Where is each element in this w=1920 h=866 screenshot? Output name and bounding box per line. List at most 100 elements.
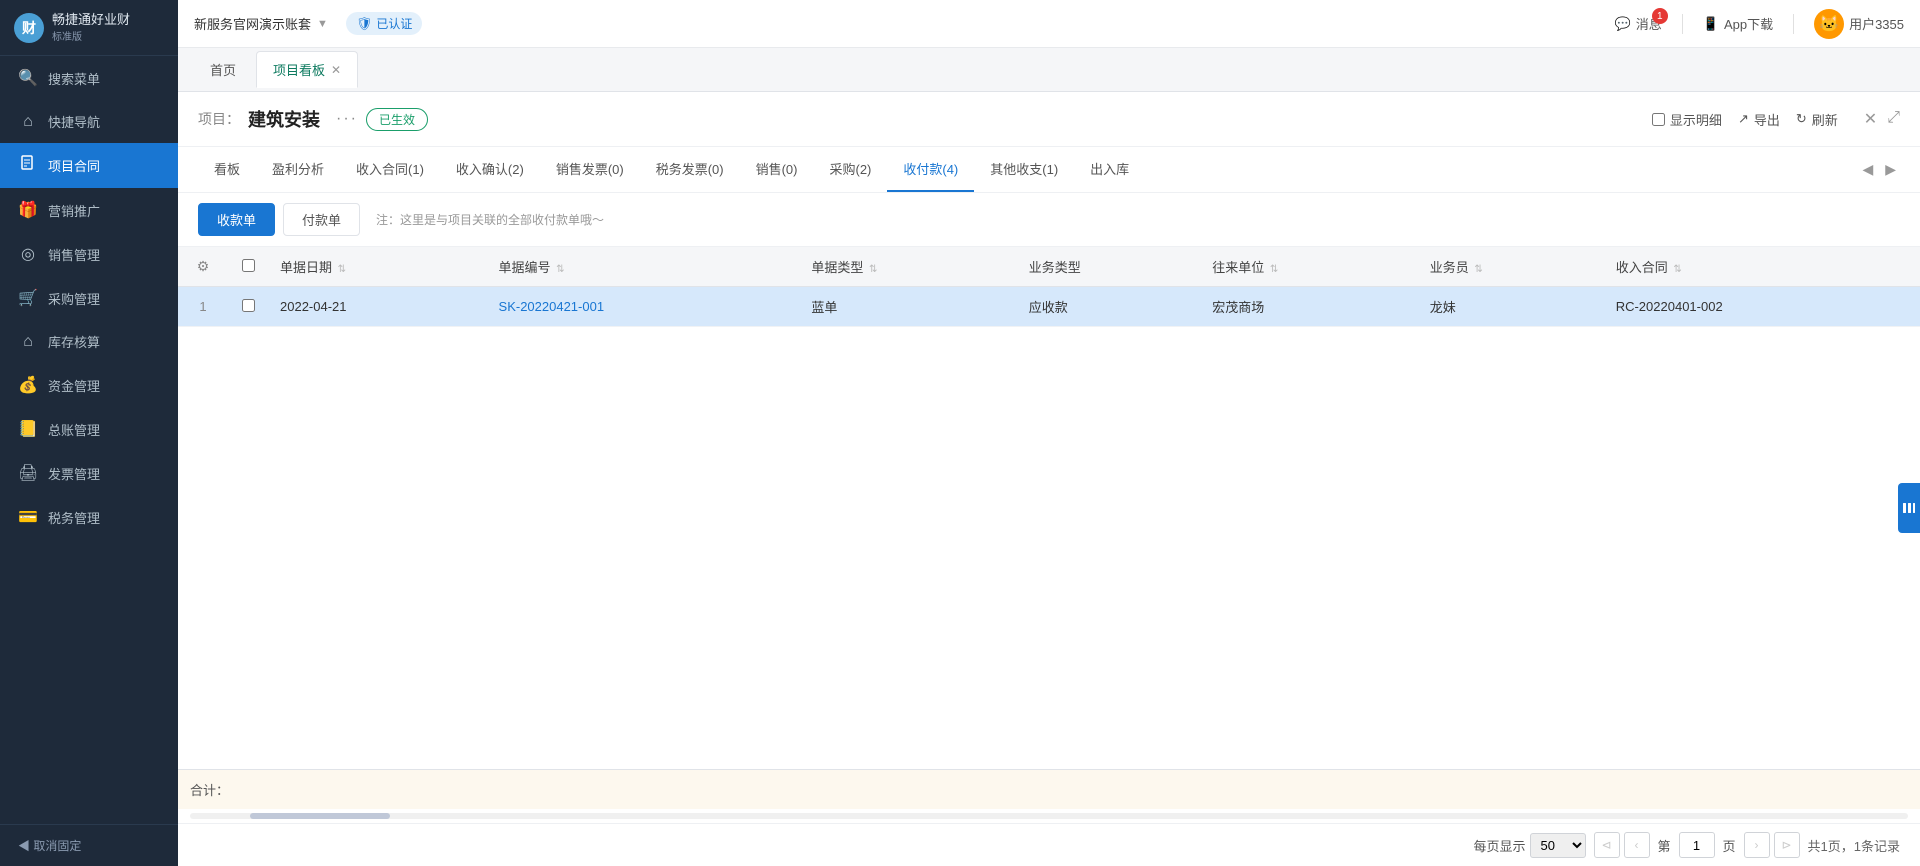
right-panel-toggle[interactable] <box>1898 483 1920 533</box>
scroll-thumb[interactable] <box>250 813 390 819</box>
prev-page-button[interactable]: ‹ <box>1624 832 1650 858</box>
export-button[interactable]: ↗ 导出 <box>1738 110 1780 129</box>
horizontal-scrollbar[interactable] <box>178 809 1920 823</box>
receipt-order-tab[interactable]: 收款单 <box>198 203 275 236</box>
col-income-contract[interactable]: 收入合同 ⇅ <box>1604 247 1920 287</box>
show-detail-input[interactable] <box>1652 113 1665 126</box>
sub-tab-income-confirm[interactable]: 收入确认(2) <box>440 147 540 192</box>
cell-check[interactable] <box>228 287 268 327</box>
col-type[interactable]: 单据类型 ⇅ <box>799 247 1016 287</box>
sub-tab-in-out[interactable]: 出入库 <box>1074 147 1145 192</box>
sidebar-item-ledger[interactable]: 📒 总账管理 <box>0 407 178 451</box>
tab-home[interactable]: 首页 <box>194 52 252 87</box>
arrow-left-icon[interactable]: ◀ <box>1858 161 1877 178</box>
fund-icon: 💰 <box>18 375 38 395</box>
invoice-icon: 🖨 <box>18 463 38 483</box>
sort-icon-partner: ⇅ <box>1270 264 1278 275</box>
sidebar-item-search[interactable]: 🔍 搜索菜单 <box>0 56 178 100</box>
table-row[interactable]: 1 2022-04-21 SK-20220421-001 蓝单 <box>178 287 1920 327</box>
sub-tab-sales-invoice[interactable]: 销售发票(0) <box>540 147 640 192</box>
sidebar-item-tax[interactable]: 💳 税务管理 <box>0 495 178 539</box>
sidebar-item-fund[interactable]: 💰 资金管理 <box>0 363 178 407</box>
sub-tab-purchase[interactable]: 采购(2) <box>813 147 887 192</box>
refresh-icon: ↻ <box>1796 111 1807 127</box>
sidebar-item-label-sales: 销售管理 <box>48 245 100 264</box>
col-date[interactable]: 单据日期 ⇅ <box>268 247 487 287</box>
sub-tab-kanban[interactable]: 看板 <box>198 147 256 192</box>
sidebar-item-label-search: 搜索菜单 <box>48 69 100 88</box>
sub-tab-sales[interactable]: 销售(0) <box>740 147 814 192</box>
refresh-button[interactable]: ↻ 刷新 <box>1796 110 1838 129</box>
sidebar-item-invoice[interactable]: 🖨 发票管理 <box>0 451 178 495</box>
total-info: 共1页，1条记录 <box>1808 836 1900 855</box>
col-staff[interactable]: 业务员 ⇅ <box>1418 247 1604 287</box>
data-table: ⚙ 单据日期 ⇅ 单据编号 ⇅ <box>178 247 1920 327</box>
sub-tabs-arrow: ◀ ▶ <box>1858 161 1900 178</box>
col-biz-type[interactable]: 业务类型 <box>1017 247 1201 287</box>
table-area[interactable]: ⚙ 单据日期 ⇅ 单据编号 ⇅ <box>178 247 1920 769</box>
page-content: 项目： 建筑安装 ··· 已生效 显示明细 ↗ 导出 ↻ 刷新 <box>178 92 1920 866</box>
user-avatar: 🐱 <box>1814 9 1844 39</box>
page-number-input[interactable] <box>1679 832 1715 858</box>
message-icon: 💬 <box>1615 16 1631 32</box>
sub-tab-tax-invoice[interactable]: 税务发票(0) <box>640 147 740 192</box>
page-size-input[interactable]: 50 100 200 <box>1530 833 1586 858</box>
sub-tab-income-contract[interactable]: 收入合同(1) <box>340 147 440 192</box>
tab-close-icon[interactable]: ✕ <box>331 64 341 76</box>
col-biz-type-label: 业务类型 <box>1029 260 1081 275</box>
sub-tab-other-expense[interactable]: 其他收支(1) <box>974 147 1074 192</box>
sidebar-item-inventory[interactable]: ⌂ 库存核算 <box>0 320 178 363</box>
last-page-button[interactable]: ⊳ <box>1774 832 1800 858</box>
sidebar-nav: 🔍 搜索菜单 ⌂ 快捷导航 项目合同 🎁 营销推广 ◎ 销售管理 🛒 采购管理 … <box>0 56 178 824</box>
cell-partner: 宏茂商场 <box>1200 287 1417 327</box>
app-download-button[interactable]: 📱 App下载 <box>1703 14 1773 33</box>
page-suffix: 页 <box>1719 836 1740 855</box>
cart-icon: 🛒 <box>18 288 38 308</box>
home-icon: ⌂ <box>18 113 38 131</box>
user-menu[interactable]: 🐱 用户3355 <box>1814 9 1904 39</box>
col-partner[interactable]: 往来单位 ⇅ <box>1200 247 1417 287</box>
sub-tab-receipt[interactable]: 收付款(4) <box>887 147 974 192</box>
tab-project-board[interactable]: 项目看板 ✕ <box>256 51 358 88</box>
verified-badge: 🛡 已认证 <box>346 12 423 35</box>
cell-type: 蓝单 <box>799 287 1016 327</box>
sidebar-item-sales[interactable]: ◎ 销售管理 <box>0 232 178 276</box>
sidebar-item-quick-nav[interactable]: ⌂ 快捷导航 <box>0 100 178 143</box>
more-button[interactable]: ··· <box>336 110 358 128</box>
message-button[interactable]: 💬 消息 1 <box>1615 14 1662 33</box>
select-all-checkbox[interactable] <box>242 259 255 272</box>
payment-order-tab[interactable]: 付款单 <box>283 203 360 236</box>
divider2 <box>1793 14 1794 34</box>
next-page-button[interactable]: › <box>1744 832 1770 858</box>
cell-biz-type: 应收款 <box>1017 287 1201 327</box>
target-icon: ◎ <box>18 244 38 264</box>
sidebar-item-purchase[interactable]: 🛒 采购管理 <box>0 276 178 320</box>
col-number[interactable]: 单据编号 ⇅ <box>487 247 800 287</box>
sub-tab-profit[interactable]: 盈利分析 <box>256 147 340 192</box>
row-checkbox[interactable] <box>242 299 255 312</box>
col-check <box>228 247 268 287</box>
sidebar-item-label-quick-nav: 快捷导航 <box>48 112 100 131</box>
arrow-right-icon[interactable]: ▶ <box>1881 161 1900 178</box>
pagination: 每页显示 50 100 200 ⊲ ‹ 第 页 › ⊳ 共1页，1条记录 <box>178 823 1920 866</box>
tab-bar: 首页 项目看板 ✕ <box>178 48 1920 92</box>
account-selector[interactable]: 新服务官网演示账套 ▼ <box>194 14 328 33</box>
show-detail-checkbox[interactable]: 显示明细 <box>1652 110 1722 129</box>
tab-home-label: 首页 <box>210 60 236 79</box>
sidebar-item-label-inventory: 库存核算 <box>48 332 100 351</box>
gift-icon: 🎁 <box>18 200 38 220</box>
ledger-icon: 📒 <box>18 419 38 439</box>
sort-icon-number: ⇅ <box>556 264 564 275</box>
col-settings[interactable]: ⚙ <box>178 247 228 287</box>
sidebar-item-label-purchase: 采购管理 <box>48 289 100 308</box>
first-page-button[interactable]: ⊲ <box>1594 832 1620 858</box>
cell-number[interactable]: SK-20220421-001 <box>487 287 800 327</box>
sidebar-item-project-contract[interactable]: 项目合同 <box>0 143 178 188</box>
sidebar-unpin[interactable]: ◀ 取消固定 <box>0 824 178 866</box>
close-button[interactable]: ✕ <box>1864 109 1877 129</box>
sidebar-item-label-project: 项目合同 <box>48 156 100 175</box>
doc-number-link[interactable]: SK-20220421-001 <box>499 299 605 314</box>
maximize-button[interactable]: ⤢ <box>1887 109 1900 129</box>
sidebar-item-marketing[interactable]: 🎁 营销推广 <box>0 188 178 232</box>
settings-icon[interactable]: ⚙ <box>197 258 210 274</box>
